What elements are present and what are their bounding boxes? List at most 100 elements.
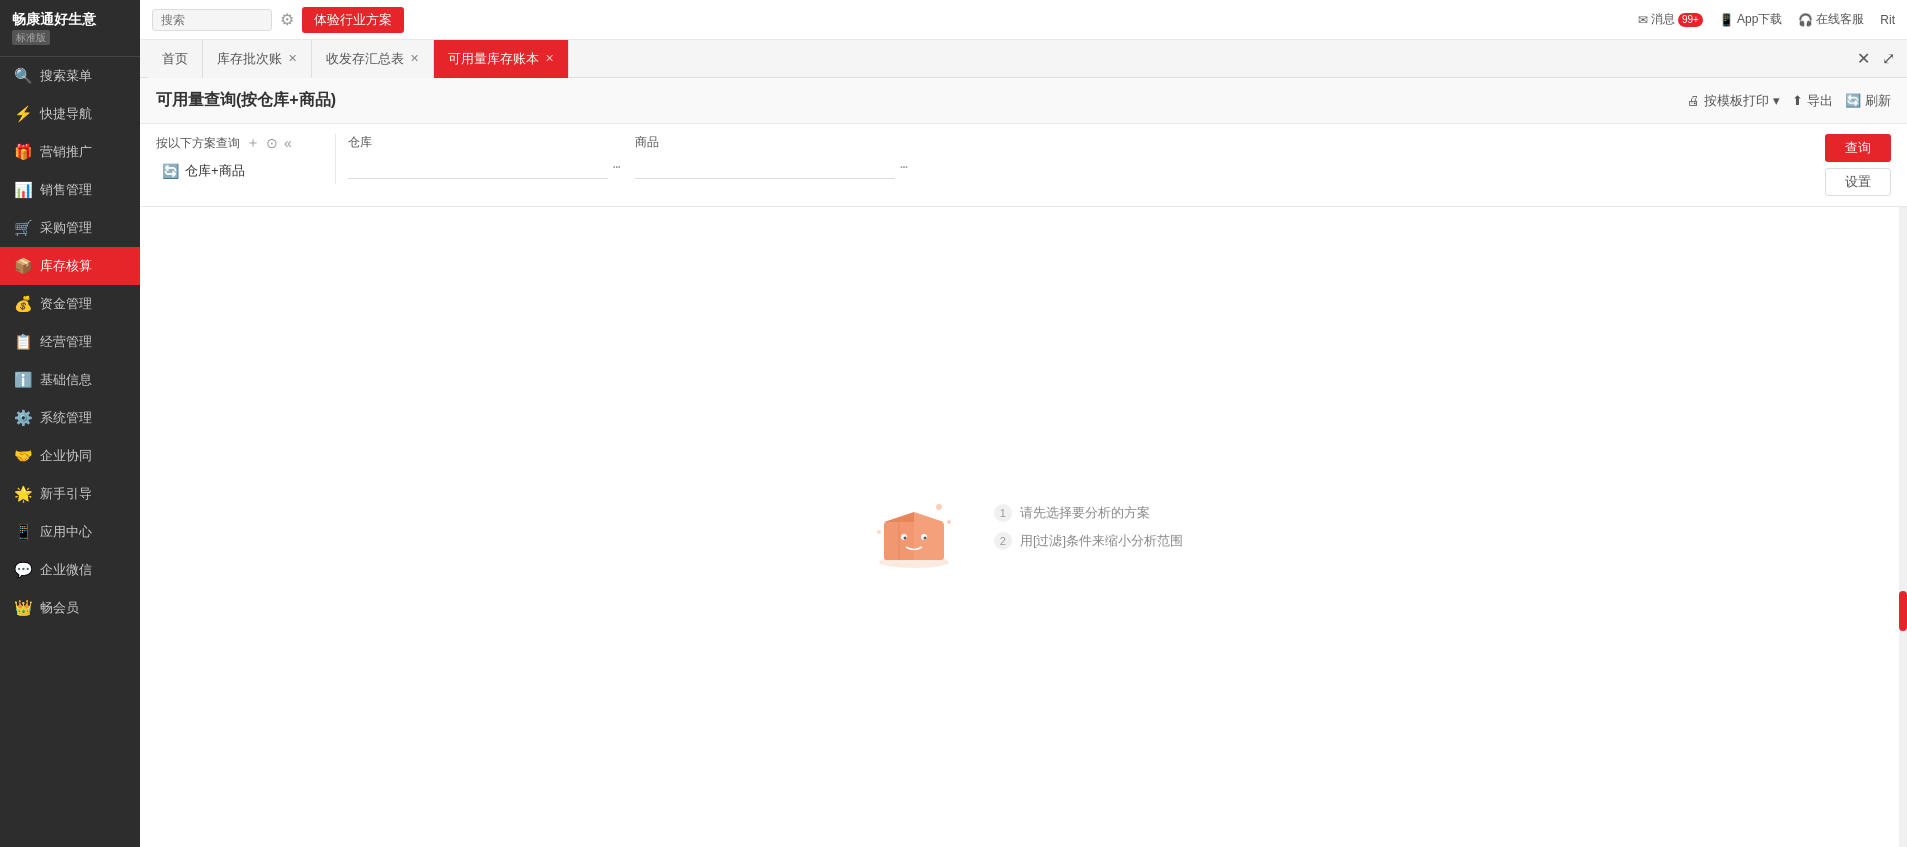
warehouse-input[interactable]: [348, 155, 608, 179]
svg-point-12: [877, 530, 881, 534]
sidebar-label-search: 搜索菜单: [40, 67, 92, 85]
empty-tips: 1 请先选择要分析的方案 2 用[过滤]条件来缩小分析范围: [994, 504, 1183, 550]
expand-button[interactable]: ⤢: [1878, 45, 1899, 72]
sidebar-icon-sales: 📊: [14, 181, 32, 199]
tab-home[interactable]: 首页: [148, 40, 203, 78]
svg-point-10: [936, 504, 942, 510]
sidebar-item-marketing[interactable]: 🎁营销推广: [0, 133, 140, 171]
page-header: 可用量查询(按仓库+商品) 🖨 按模板打印 ▾ ⬆ 导出 🔄 刷新: [140, 78, 1907, 124]
product-input[interactable]: [635, 155, 895, 179]
online-service-button[interactable]: 🎧 在线客服: [1798, 11, 1864, 28]
app-label: App下载: [1737, 11, 1782, 28]
gear-icon[interactable]: ⚙: [280, 10, 294, 29]
sidebar-item-apps[interactable]: 📱应用中心: [0, 513, 140, 551]
tabbar-buttons: ✕ ⤢: [1853, 45, 1907, 72]
sidebar-item-system[interactable]: ⚙️系统管理: [0, 399, 140, 437]
message-badge: 99+: [1678, 13, 1703, 27]
warehouse-more-icon[interactable]: ···: [612, 158, 619, 176]
product-more-icon[interactable]: ···: [899, 158, 906, 176]
user-menu[interactable]: Rit: [1880, 13, 1895, 27]
trial-button[interactable]: 体验行业方案: [302, 7, 404, 33]
sidebar-item-search[interactable]: 🔍搜索菜单: [0, 57, 140, 95]
user-name: Rit: [1880, 13, 1895, 27]
sidebar-item-wechat[interactable]: 💬企业微信: [0, 551, 140, 589]
export-icon: ⬆: [1792, 93, 1803, 108]
filter-fields: 仓库 ··· 商品 ···: [348, 134, 1809, 179]
sidebar-item-finance[interactable]: 💰资金管理: [0, 285, 140, 323]
settings-scheme-icon[interactable]: ⊙: [266, 135, 278, 151]
sidebar: 畅康通好生意 标准版 🔍搜索菜单⚡快捷导航🎁营销推广📊销售管理🛒采购管理📦库存核…: [0, 0, 140, 847]
export-button[interactable]: ⬆ 导出: [1792, 92, 1833, 110]
sidebar-item-inventory[interactable]: 📦库存核算: [0, 247, 140, 285]
svg-marker-3: [914, 512, 944, 522]
tab-receive-summary[interactable]: 收发存汇总表 ✕: [312, 40, 434, 78]
topbar-actions: ✉ 消息 99+ 📱 App下载 🎧 在线客服 Rit: [1638, 11, 1895, 28]
message-label: 消息: [1651, 11, 1675, 28]
product-filter-field: 商品 ···: [635, 134, 906, 179]
sidebar-item-newbie[interactable]: 🌟新手引导: [0, 475, 140, 513]
brand-name: 畅康通好生意: [12, 10, 128, 28]
print-button[interactable]: 🖨 按模板打印 ▾: [1687, 92, 1780, 110]
sidebar-icon-apps: 📱: [14, 523, 32, 541]
sidebar-label-marketing: 营销推广: [40, 143, 92, 161]
tab-close-available-ledger[interactable]: ✕: [545, 52, 554, 65]
sidebar-label-sales: 销售管理: [40, 181, 92, 199]
messages-button[interactable]: ✉ 消息 99+: [1638, 11, 1703, 28]
topbar-search-input[interactable]: [152, 9, 272, 31]
scheme-header: 按以下方案查询 ＋ ⊙ «: [156, 134, 323, 152]
print-dropdown-icon[interactable]: ▾: [1773, 93, 1780, 108]
scheme-item-warehouse-product[interactable]: 🔄 仓库+商品: [156, 158, 323, 184]
sidebar-scroll: 🔍搜索菜单⚡快捷导航🎁营销推广 📊 销售管理 🛒采购管理📦库存核算💰资金管理📋经营管理…: [0, 57, 140, 847]
svg-point-9: [923, 537, 926, 540]
sidebar-icon-wechat: 💬: [14, 561, 32, 579]
tab-available-ledger[interactable]: 可用量库存账本✕: [434, 40, 569, 78]
print-icon: 🖨: [1687, 93, 1700, 108]
refresh-icon: 🔄: [1845, 93, 1861, 108]
main-area: ⚙ 体验行业方案 ✉ 消息 99+ 📱 App下载 🎧 在线客服 Rit 首页库: [140, 0, 1907, 847]
sidebar-item-sales[interactable]: 📊 销售管理: [0, 171, 140, 209]
page-title: 可用量查询(按仓库+商品): [156, 90, 336, 111]
sidebar-item-operations[interactable]: 📋经营管理: [0, 323, 140, 361]
sidebar-item-member[interactable]: 👑畅会员: [0, 589, 140, 627]
service-icon: 🎧: [1798, 13, 1813, 27]
warehouse-label: 仓库: [348, 134, 619, 151]
scheme-header-label: 按以下方案查询: [156, 135, 240, 152]
tab-label-receive-summary: 收发存汇总表: [326, 50, 404, 68]
sidebar-item-purchase[interactable]: 🛒采购管理: [0, 209, 140, 247]
empty-state: 1 请先选择要分析的方案 2 用[过滤]条件来缩小分析范围: [864, 477, 1183, 577]
scheme-item-icon: 🔄: [162, 163, 179, 179]
scheme-item-label: 仓库+商品: [185, 162, 245, 180]
sidebar-item-enterprise[interactable]: 🤝 企业协同: [0, 437, 140, 475]
app-icon: 📱: [1719, 13, 1734, 27]
filter-settings-button[interactable]: 设置: [1825, 168, 1891, 196]
tip-item-1: 1 请先选择要分析的方案: [994, 504, 1183, 522]
close-all-tabs-button[interactable]: ✕: [1853, 45, 1874, 72]
tab-batch-account[interactable]: 库存批次账 ✕: [203, 40, 312, 78]
sidebar-item-shortcut[interactable]: ⚡快捷导航: [0, 95, 140, 133]
tip-text-2: 用[过滤]条件来缩小分析范围: [1020, 532, 1183, 550]
app-download-button[interactable]: 📱 App下载: [1719, 11, 1782, 28]
sidebar-item-basic[interactable]: ℹ️ 基础信息: [0, 361, 140, 399]
sidebar-icon-enterprise: 🤝: [14, 447, 32, 465]
service-label: 在线客服: [1816, 11, 1864, 28]
sidebar-label-enterprise: 企业协同: [40, 447, 92, 465]
product-input-wrapper: ···: [635, 155, 906, 179]
add-scheme-icon[interactable]: ＋: [246, 134, 260, 152]
sidebar-icon-basic: ℹ️: [14, 371, 32, 389]
filter-area: 按以下方案查询 ＋ ⊙ « 🔄 仓库+商品 仓库 ··· 商品: [140, 124, 1907, 207]
svg-marker-2: [884, 512, 914, 522]
tab-label-batch-account: 库存批次账: [217, 50, 282, 68]
refresh-button[interactable]: 🔄 刷新: [1845, 92, 1891, 110]
sidebar-label-basic: 基础信息: [40, 371, 92, 389]
sidebar-label-purchase: 采购管理: [40, 219, 92, 237]
topbar: ⚙ 体验行业方案 ✉ 消息 99+ 📱 App下载 🎧 在线客服 Rit: [140, 0, 1907, 40]
empty-illustration: [864, 477, 964, 577]
tab-close-batch-account[interactable]: ✕: [288, 52, 297, 65]
right-scrollbar[interactable]: [1899, 207, 1907, 847]
sidebar-label-newbie: 新手引导: [40, 485, 92, 503]
tab-close-receive-summary[interactable]: ✕: [410, 52, 419, 65]
collapse-icon[interactable]: «: [284, 135, 292, 151]
query-button[interactable]: 查询: [1825, 134, 1891, 162]
sidebar-icon-inventory: 📦: [14, 257, 32, 275]
sidebar-label-system: 系统管理: [40, 409, 92, 427]
